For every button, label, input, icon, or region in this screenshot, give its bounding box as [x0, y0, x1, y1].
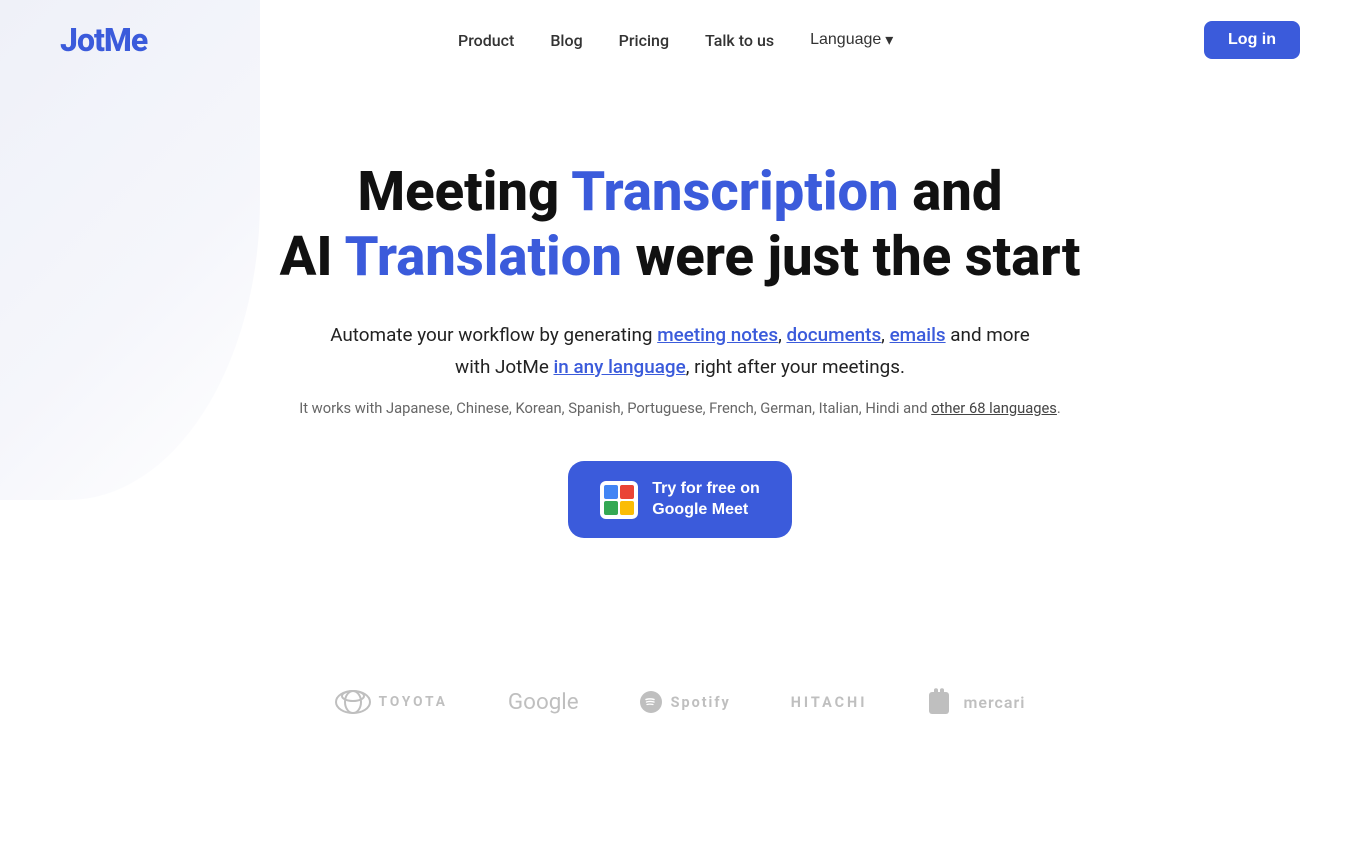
hero-section: Meeting Transcription and AI Translation… [0, 80, 1360, 598]
languages-text: It works with Japanese, Chinese, Korean,… [20, 399, 1340, 417]
language-link[interactable]: in any language [554, 355, 686, 378]
hero-subtitle: Automate your workflow by generating mee… [20, 319, 1340, 383]
google-logo: Google [508, 689, 579, 715]
spotify-logo: Spotify [639, 690, 731, 714]
documents-link[interactable]: documents [786, 323, 881, 346]
brand-logo[interactable]: JotMe [60, 21, 147, 59]
login-button[interactable]: Log in [1204, 21, 1300, 59]
google-meet-icon [600, 481, 638, 519]
nav-pricing[interactable]: Pricing [619, 31, 669, 50]
nav-blog[interactable]: Blog [550, 31, 582, 50]
chevron-down-icon: ▾ [885, 30, 893, 50]
nav-links: Product Blog Pricing Talk to us Language… [458, 30, 893, 50]
cta-text: Try for free on Google Meet [652, 479, 760, 521]
emails-link[interactable]: emails [890, 323, 946, 346]
partner-logos: TOYOTA Google Spotify HITACHI mercari [0, 658, 1360, 756]
hero-headline: Meeting Transcription and AI Translation… [20, 160, 1340, 291]
nav-product[interactable]: Product [458, 31, 514, 50]
nav-talk[interactable]: Talk to us [705, 31, 774, 50]
languages-link[interactable]: other 68 languages [931, 399, 1057, 417]
meeting-notes-link[interactable]: meeting notes [657, 323, 778, 346]
mercari-logo: mercari [927, 688, 1025, 716]
navbar: JotMe Product Blog Pricing Talk to us La… [0, 0, 1360, 80]
google-meet-cta-button[interactable]: Try for free on Google Meet [568, 461, 792, 539]
language-dropdown[interactable]: Language ▾ [810, 30, 893, 50]
hitachi-logo: HITACHI [791, 694, 868, 711]
cta-wrapper: Try for free on Google Meet [20, 461, 1340, 539]
toyota-logo: TOYOTA [335, 690, 448, 714]
